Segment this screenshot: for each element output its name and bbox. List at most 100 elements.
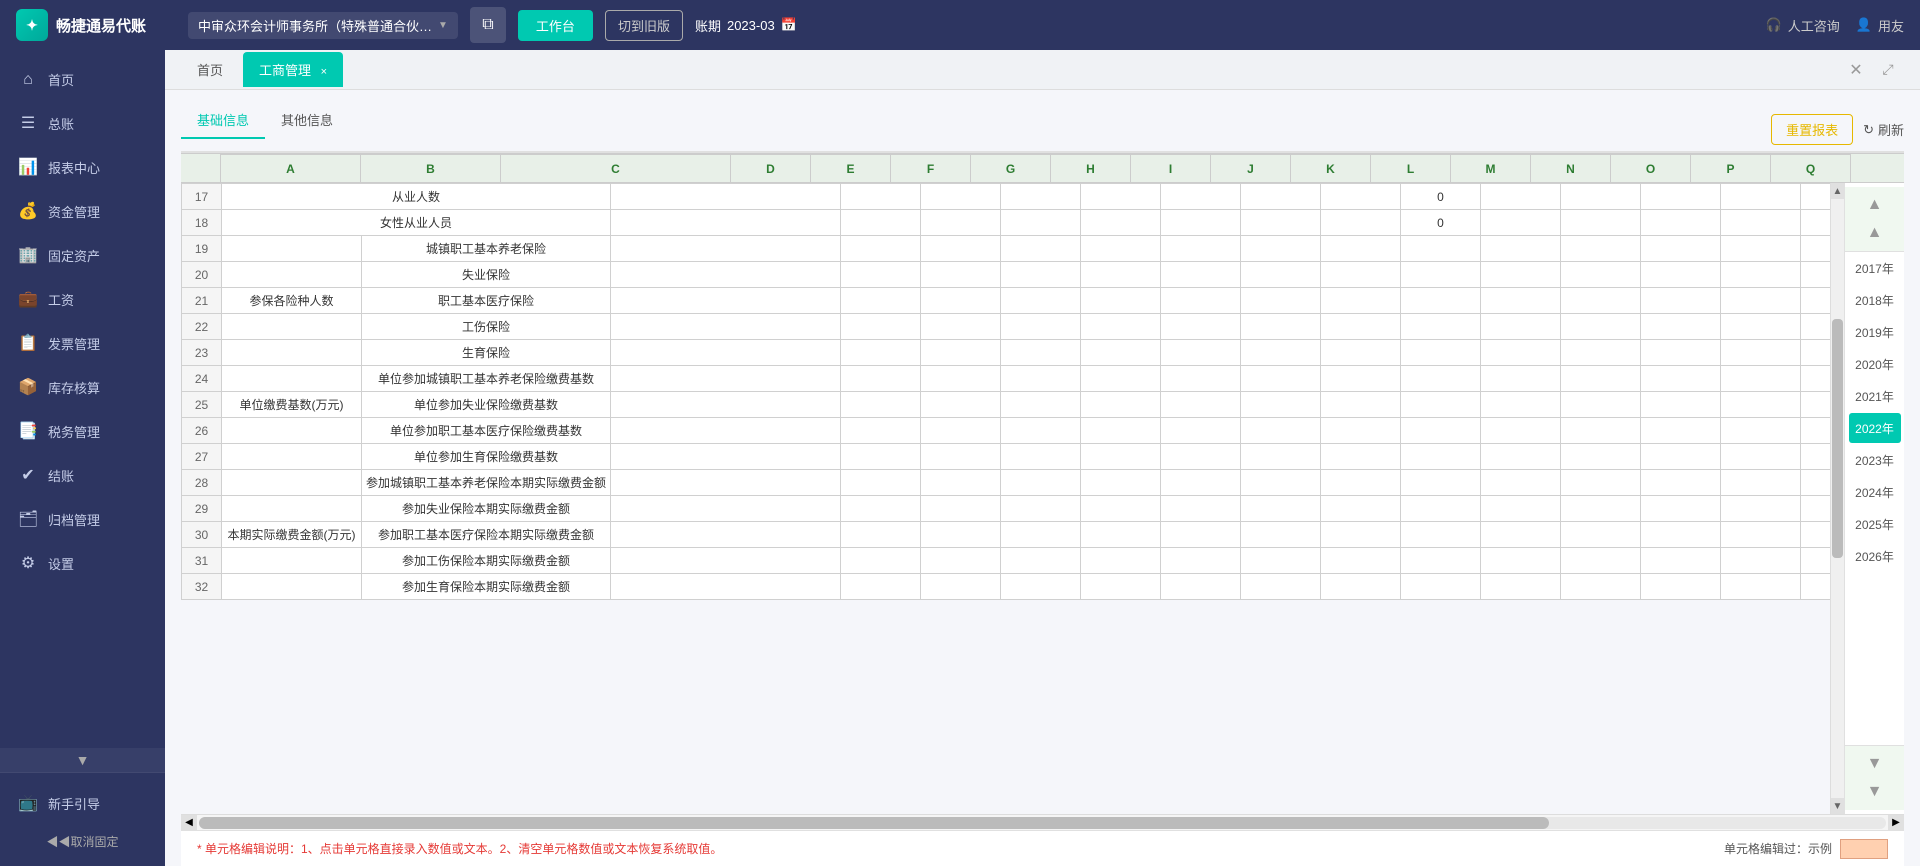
cell-30-O[interactable]	[1721, 522, 1801, 548]
sidebar-item-tax[interactable]: 📑 税务管理	[0, 409, 165, 453]
cell-25-P[interactable]	[1801, 392, 1830, 418]
cell-29-K[interactable]	[1401, 496, 1481, 522]
cell-25-D[interactable]	[841, 392, 921, 418]
cell-32-A[interactable]	[222, 574, 362, 600]
cell-28-E[interactable]	[921, 470, 1001, 496]
cell-24-P[interactable]	[1801, 366, 1830, 392]
cell-32-E[interactable]	[921, 574, 1001, 600]
cell-20-I[interactable]	[1241, 262, 1321, 288]
cell-23-E[interactable]	[921, 340, 1001, 366]
cell-23-M[interactable]	[1561, 340, 1641, 366]
cell-21-K[interactable]	[1401, 288, 1481, 314]
cell-31-O[interactable]	[1721, 548, 1801, 574]
cell-22-A[interactable]	[222, 314, 362, 340]
cell-31-H[interactable]	[1161, 548, 1241, 574]
cell-31-M[interactable]	[1561, 548, 1641, 574]
sidebar-scroll-down[interactable]: ▼	[0, 748, 165, 772]
cell-30-J[interactable]	[1321, 522, 1401, 548]
company-selector[interactable]: 中审众环会计师事务所（特殊普通合伙… ▼	[188, 12, 458, 39]
year-nav-down2[interactable]: ▼	[1855, 778, 1895, 806]
cell-22-I[interactable]	[1241, 314, 1321, 340]
cell-29-E[interactable]	[921, 496, 1001, 522]
cell-32-G[interactable]	[1081, 574, 1161, 600]
cell-17-D[interactable]	[841, 184, 921, 210]
cell-25-N[interactable]	[1641, 392, 1721, 418]
cell-22-F[interactable]	[1001, 314, 1081, 340]
cell-30-K[interactable]	[1401, 522, 1481, 548]
cell-24-C[interactable]	[611, 366, 841, 392]
cell-23-H[interactable]	[1161, 340, 1241, 366]
cell-27-O[interactable]	[1721, 444, 1801, 470]
sidebar-item-settings[interactable]: ⚙ 设置	[0, 541, 165, 585]
cell-32-J[interactable]	[1321, 574, 1401, 600]
cell-24-N[interactable]	[1641, 366, 1721, 392]
cell-24-L[interactable]	[1481, 366, 1561, 392]
cell-19-H[interactable]	[1161, 236, 1241, 262]
cell-21-G[interactable]	[1081, 288, 1161, 314]
cell-24-I[interactable]	[1241, 366, 1321, 392]
cell-17-I[interactable]	[1241, 184, 1321, 210]
cell-19-G[interactable]	[1081, 236, 1161, 262]
cell-30-A[interactable]: 本期实际缴费金额(万元)	[222, 522, 362, 548]
cell-23-G[interactable]	[1081, 340, 1161, 366]
cell-20-A[interactable]	[222, 262, 362, 288]
cell-26-D[interactable]	[841, 418, 921, 444]
cell-30-P[interactable]	[1801, 522, 1830, 548]
year-nav-up[interactable]: ▲	[1855, 191, 1895, 219]
cell-17-P[interactable]	[1801, 184, 1830, 210]
cell-31-P[interactable]	[1801, 548, 1830, 574]
cell-21-L[interactable]	[1481, 288, 1561, 314]
cell-25-H[interactable]	[1161, 392, 1241, 418]
cell-21-P[interactable]: 0	[1801, 288, 1830, 314]
cell-23-F[interactable]	[1001, 340, 1081, 366]
sidebar-item-funds[interactable]: 💰 资金管理	[0, 189, 165, 233]
h-scroll-thumb[interactable]	[199, 817, 1549, 829]
cell-30-C[interactable]	[611, 522, 841, 548]
cell-22-J[interactable]	[1321, 314, 1401, 340]
cell-28-C[interactable]	[611, 470, 841, 496]
cell-31-G[interactable]	[1081, 548, 1161, 574]
cell-28-H[interactable]	[1161, 470, 1241, 496]
cell-32-I[interactable]	[1241, 574, 1321, 600]
v-scroll-track[interactable]	[1831, 199, 1844, 798]
cell-27-L[interactable]	[1481, 444, 1561, 470]
cell-18-E[interactable]	[921, 210, 1001, 236]
v-scroll-down-btn[interactable]: ▼	[1831, 798, 1844, 814]
cell-20-L[interactable]	[1481, 262, 1561, 288]
cell-29-B[interactable]: 参加失业保险本期实际缴费金额	[362, 496, 611, 522]
cell-17-L[interactable]	[1481, 184, 1561, 210]
cell-28-P[interactable]	[1801, 470, 1830, 496]
cell-30-I[interactable]	[1241, 522, 1321, 548]
h-scroll-right-btn[interactable]: ▶	[1888, 815, 1904, 831]
cell-26-O[interactable]	[1721, 418, 1801, 444]
cell-31-B[interactable]: 参加工伤保险本期实际缴费金额	[362, 548, 611, 574]
cell-22-M[interactable]	[1561, 314, 1641, 340]
cell-28-I[interactable]	[1241, 470, 1321, 496]
cell-23-O[interactable]	[1721, 340, 1801, 366]
sidebar-pin-btn[interactable]: ◀◀取消固定	[0, 825, 165, 858]
reset-report-button[interactable]: 重置报表	[1771, 114, 1853, 145]
year-item-2019[interactable]: 2019年	[1849, 317, 1901, 347]
cell-19-O[interactable]	[1721, 236, 1801, 262]
cell-20-C[interactable]	[611, 262, 841, 288]
cell-22-P[interactable]: 0	[1801, 314, 1830, 340]
cell-25-I[interactable]	[1241, 392, 1321, 418]
cell-26-F[interactable]	[1001, 418, 1081, 444]
sub-tab-basic[interactable]: 基础信息	[181, 102, 265, 139]
cell-27-N[interactable]	[1641, 444, 1721, 470]
cell-19-E[interactable]	[921, 236, 1001, 262]
year-nav-down[interactable]: ▼	[1855, 750, 1895, 778]
cell-31-D[interactable]	[841, 548, 921, 574]
cell-21-B[interactable]: 职工基本医疗保险	[362, 288, 611, 314]
cell-21-H[interactable]	[1161, 288, 1241, 314]
cell-21-I[interactable]	[1241, 288, 1321, 314]
cell-30-G[interactable]	[1081, 522, 1161, 548]
cell-31-I[interactable]	[1241, 548, 1321, 574]
cell-19-C[interactable]	[611, 236, 841, 262]
cell-28-F[interactable]	[1001, 470, 1081, 496]
cell-31-L[interactable]	[1481, 548, 1561, 574]
cell-18-N[interactable]	[1641, 210, 1721, 236]
cell-28-D[interactable]	[841, 470, 921, 496]
cell-23-D[interactable]	[841, 340, 921, 366]
tab-business[interactable]: 工商管理 ×	[243, 52, 343, 87]
